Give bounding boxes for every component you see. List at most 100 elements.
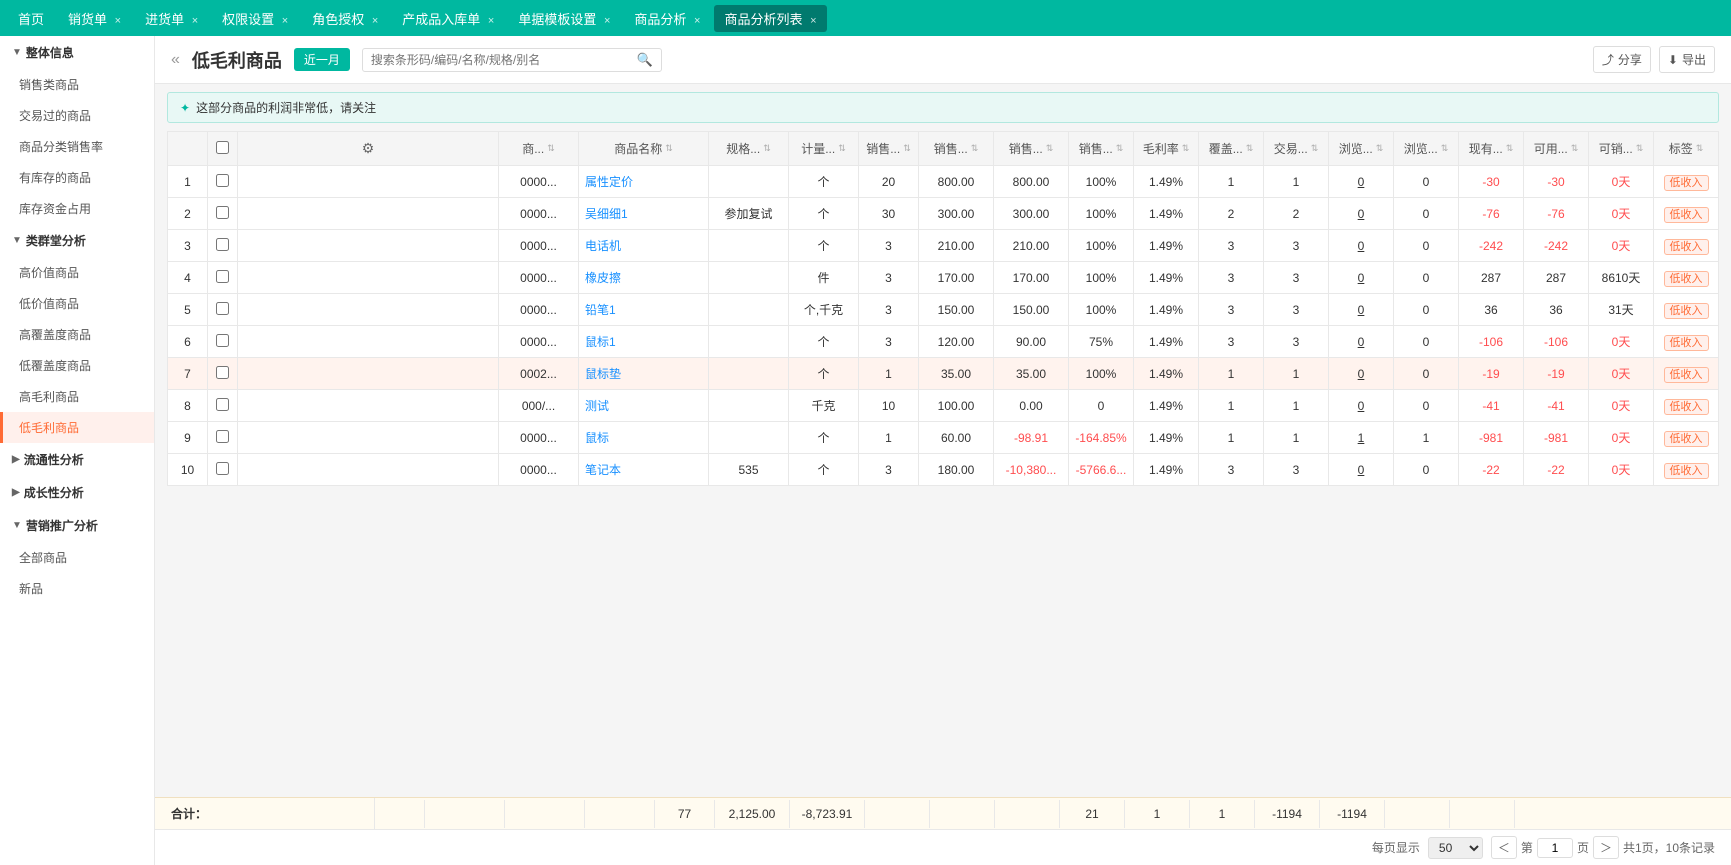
export-button[interactable]: ⬇ 导出 <box>1659 46 1715 73</box>
next-page-button[interactable]: ＞ <box>1593 836 1619 859</box>
sidebar-group-marketing[interactable]: ▼ 营销推广分析 <box>0 509 154 542</box>
cell-name[interactable]: 吴细细1 <box>579 198 709 230</box>
th-sale-pct[interactable]: 销售...⇅ <box>1069 132 1134 166</box>
th-gross[interactable]: 毛利率⇅ <box>1134 132 1199 166</box>
view1-link[interactable]: 0 <box>1358 239 1365 253</box>
row-checkbox[interactable] <box>216 270 229 283</box>
th-settings[interactable]: ⚙ <box>238 132 499 166</box>
cell-name[interactable]: 属性定价 <box>579 166 709 198</box>
view1-link[interactable]: 1 <box>1358 431 1365 445</box>
sidebar-item-category-sales-rate[interactable]: 商品分类销售率 <box>0 131 154 162</box>
view1-link[interactable]: 0 <box>1358 271 1365 285</box>
nav-template[interactable]: 单据模板设置 × <box>508 5 620 32</box>
sidebar-item-low-coverage[interactable]: 低覆盖度商品 <box>0 350 154 381</box>
row-checkbox[interactable] <box>216 462 229 475</box>
row-checkbox[interactable] <box>216 430 229 443</box>
cell-checkbox[interactable] <box>208 422 238 454</box>
nav-analysis-list-close[interactable]: × <box>810 15 816 27</box>
cell-name[interactable]: 鼠标 <box>579 422 709 454</box>
th-cover[interactable]: 覆盖...⇅ <box>1199 132 1264 166</box>
sidebar-item-low-margin[interactable]: 低毛利商品 <box>0 412 154 443</box>
nav-purchase-close[interactable]: × <box>192 15 198 27</box>
nav-purchase[interactable]: 进货单 × <box>135 5 208 32</box>
sidebar-group-growth[interactable]: ▶ 成长性分析 <box>0 476 154 509</box>
view1-link[interactable]: 0 <box>1358 399 1365 413</box>
cell-name[interactable]: 鼠标垫 <box>579 358 709 390</box>
cell-name[interactable]: 电话机 <box>579 230 709 262</box>
sidebar-item-inventory-capital[interactable]: 库存资金占用 <box>0 193 154 224</box>
nav-product-entry[interactable]: 产成品入库单 × <box>392 5 504 32</box>
th-spec[interactable]: 规格...⇅ <box>709 132 789 166</box>
cell-checkbox[interactable] <box>208 198 238 230</box>
table-container[interactable]: ⚙ 商...⇅ 商品名称⇅ 规格...⇅ 计量...⇅ <box>167 131 1719 789</box>
nav-permissions[interactable]: 权限设置 × <box>212 5 298 32</box>
view1-link[interactable]: 0 <box>1358 207 1365 221</box>
nav-sales-close[interactable]: × <box>115 15 121 27</box>
cell-checkbox[interactable] <box>208 390 238 422</box>
nav-roles[interactable]: 角色授权 × <box>302 5 388 32</box>
cell-name[interactable]: 笔记本 <box>579 454 709 486</box>
search-icon[interactable]: 🔍 <box>637 52 653 68</box>
th-sale-qty[interactable]: 销售...⇅ <box>859 132 919 166</box>
page-number-input[interactable] <box>1537 838 1573 858</box>
sidebar-group-rrfm[interactable]: ▼ 类群堂分析 <box>0 224 154 257</box>
row-checkbox[interactable] <box>216 206 229 219</box>
row-checkbox[interactable] <box>216 174 229 187</box>
cell-checkbox[interactable] <box>208 358 238 390</box>
cell-name[interactable]: 测试 <box>579 390 709 422</box>
page-size-select[interactable]: 50 100 <box>1428 837 1483 859</box>
nav-analysis-close[interactable]: × <box>694 15 700 27</box>
view1-link[interactable]: 0 <box>1358 303 1365 317</box>
cell-name[interactable]: 鼠标1 <box>579 326 709 358</box>
sidebar-item-in-stock[interactable]: 有库存的商品 <box>0 162 154 193</box>
row-checkbox[interactable] <box>216 366 229 379</box>
sidebar-group-circulation[interactable]: ▶ 流通性分析 <box>0 443 154 476</box>
cell-name[interactable]: 橡皮擦 <box>579 262 709 294</box>
th-current[interactable]: 现有...⇅ <box>1459 132 1524 166</box>
row-checkbox[interactable] <box>216 302 229 315</box>
sidebar-item-high-margin[interactable]: 高毛利商品 <box>0 381 154 412</box>
cell-checkbox[interactable] <box>208 326 238 358</box>
prev-page-button[interactable]: ＜ <box>1491 836 1517 859</box>
sidebar-item-sales-products[interactable]: 销售类商品 <box>0 69 154 100</box>
share-button[interactable]: ⤴ 分享 <box>1593 46 1651 73</box>
date-filter-button[interactable]: 近一月 <box>294 48 350 71</box>
sidebar-item-high-value[interactable]: 高价值商品 <box>0 257 154 288</box>
nav-analysis[interactable]: 商品分析 × <box>624 5 710 32</box>
nav-product-entry-close[interactable]: × <box>488 15 494 27</box>
cell-checkbox[interactable] <box>208 262 238 294</box>
th-sale-amt[interactable]: 销售...⇅ <box>919 132 994 166</box>
th-view2[interactable]: 浏览...⇅ <box>1394 132 1459 166</box>
cell-checkbox[interactable] <box>208 454 238 486</box>
sidebar-item-high-coverage[interactable]: 高覆盖度商品 <box>0 319 154 350</box>
th-avail[interactable]: 可用...⇅ <box>1524 132 1589 166</box>
th-view1[interactable]: 浏览...⇅ <box>1329 132 1394 166</box>
sidebar-item-low-value[interactable]: 低价值商品 <box>0 288 154 319</box>
sidebar-item-traded-products[interactable]: 交易过的商品 <box>0 100 154 131</box>
th-tag[interactable]: 标签⇅ <box>1654 132 1719 166</box>
cell-checkbox[interactable] <box>208 166 238 198</box>
view1-link[interactable]: 0 <box>1358 463 1365 477</box>
nav-roles-close[interactable]: × <box>372 15 378 27</box>
nav-home[interactable]: 首页 <box>8 5 54 32</box>
cell-name[interactable]: 铅笔1 <box>579 294 709 326</box>
search-input[interactable] <box>371 53 637 67</box>
sidebar-item-all-products[interactable]: 全部商品 <box>0 542 154 573</box>
nav-analysis-list[interactable]: 商品分析列表 × <box>714 5 826 32</box>
th-trade[interactable]: 交易...⇅ <box>1264 132 1329 166</box>
select-all-checkbox[interactable] <box>216 141 229 154</box>
view1-link[interactable]: 0 <box>1358 335 1365 349</box>
th-saleable[interactable]: 可销...⇅ <box>1589 132 1654 166</box>
nav-template-close[interactable]: × <box>604 15 610 27</box>
collapse-sidebar-btn[interactable]: « <box>171 51 180 69</box>
sidebar-item-new-products[interactable]: 新品 <box>0 573 154 604</box>
cell-checkbox[interactable] <box>208 230 238 262</box>
th-code[interactable]: 商...⇅ <box>499 132 579 166</box>
row-checkbox[interactable] <box>216 238 229 251</box>
nav-permissions-close[interactable]: × <box>282 15 288 27</box>
row-checkbox[interactable] <box>216 334 229 347</box>
cell-checkbox[interactable] <box>208 294 238 326</box>
view1-link[interactable]: 0 <box>1358 175 1365 189</box>
sidebar-group-overall[interactable]: ▼ 整体信息 <box>0 36 154 69</box>
th-name[interactable]: 商品名称⇅ <box>579 132 709 166</box>
